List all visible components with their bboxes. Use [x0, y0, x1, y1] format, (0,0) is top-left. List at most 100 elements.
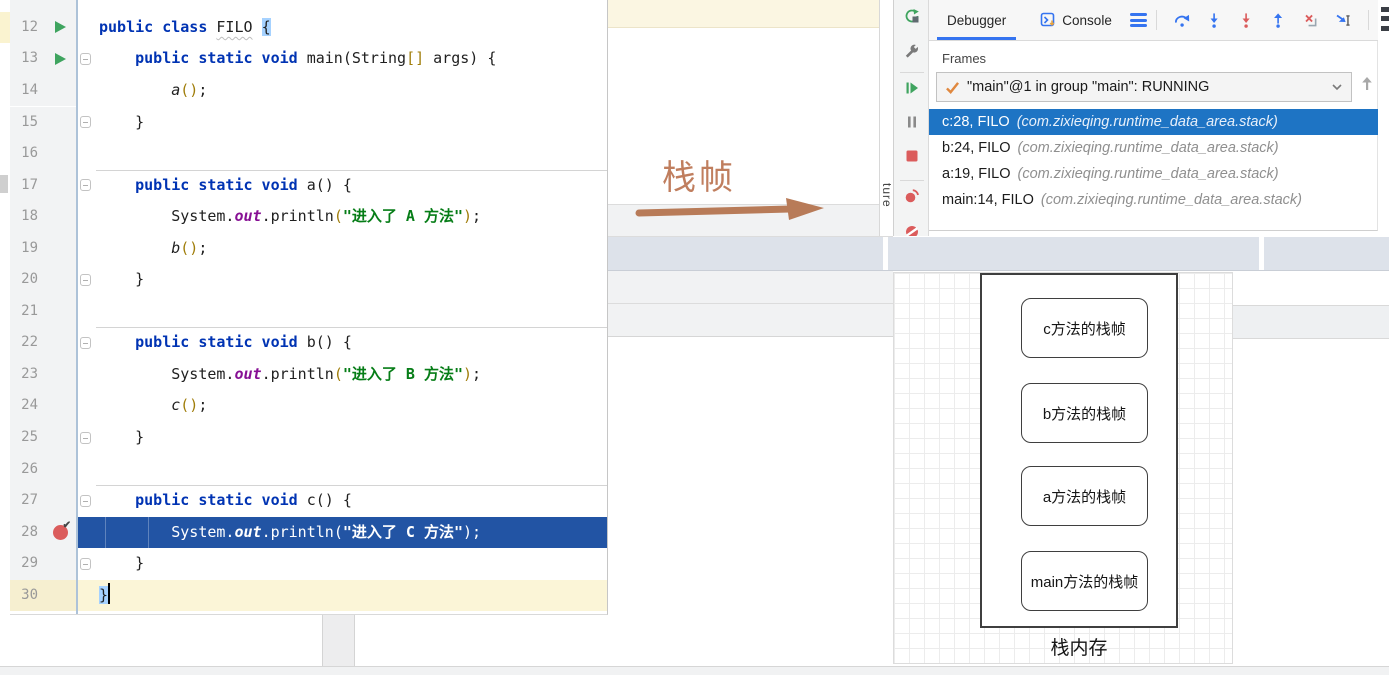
code-text[interactable]: } [97, 264, 607, 296]
breakpoint-verified-icon[interactable] [53, 520, 71, 540]
stack-frame-box[interactable]: a方法的栈帧 [1021, 466, 1148, 526]
gutter-cell[interactable]: 29 [10, 548, 76, 580]
code-line-22[interactable]: 22 public static void b() { [10, 327, 607, 359]
gutter-cell[interactable]: 16 [10, 138, 76, 170]
code-text[interactable]: public static void c() { [97, 485, 607, 517]
stack-frame-box[interactable]: c方法的栈帧 [1021, 298, 1148, 358]
code-text[interactable]: c(); [97, 390, 607, 422]
code-line-24[interactable]: 24 c(); [10, 390, 607, 422]
gutter-cell[interactable]: 25 [10, 422, 76, 454]
gutter-cell[interactable]: 20 [10, 264, 76, 296]
gutter-cell[interactable]: 28 [10, 516, 76, 549]
thread-selector-dropdown[interactable]: "main"@1 in group "main": RUNNING [936, 72, 1352, 102]
fold-icon[interactable] [80, 494, 91, 507]
drop-frame-icon[interactable] [1303, 12, 1319, 29]
gutter-cell[interactable]: 18 [10, 201, 76, 233]
gutter-cell[interactable]: 21 [10, 295, 76, 328]
code-line-13[interactable]: 13 public static void main(String[] args… [10, 43, 607, 75]
fold-icon[interactable] [80, 431, 91, 444]
stack-frame-box[interactable]: b方法的栈帧 [1021, 383, 1148, 443]
code-text[interactable]: System.out.println("进入了 A 方法"); [97, 201, 607, 233]
code-line-17[interactable]: 17 public static void a() { [10, 169, 607, 202]
gutter-cell[interactable]: 22 [10, 327, 76, 359]
code-text[interactable]: public class FILO { [97, 12, 607, 44]
code-text[interactable] [97, 296, 607, 328]
gutter-cell[interactable]: 15 [10, 106, 76, 139]
code-line-28[interactable]: 28 System.out.println("进入了 C 方法"); [10, 516, 607, 549]
fold-icon[interactable] [80, 557, 91, 570]
fold-icon[interactable] [80, 116, 91, 129]
code-line-12[interactable]: 12 public class FILO { [10, 11, 607, 44]
layout-menu-icon[interactable] [1129, 13, 1147, 27]
code-text[interactable] [97, 454, 607, 486]
force-step-into-icon[interactable] [1238, 12, 1254, 29]
mute-breakpoints-icon[interactable] [904, 224, 920, 236]
code-line-25[interactable]: 25 } [10, 422, 607, 454]
code-line-16[interactable]: 16 [10, 138, 607, 170]
pause-icon[interactable] [904, 114, 920, 130]
structure-tab-label[interactable]: ture [880, 183, 894, 208]
fold-icon[interactable] [80, 53, 91, 66]
code-line-18[interactable]: 18 System.out.println("进入了 A 方法"); [10, 201, 607, 233]
run-icon[interactable] [55, 21, 66, 34]
step-into-icon[interactable] [1206, 12, 1222, 29]
frame-up-icon[interactable] [1359, 76, 1375, 92]
gutter-cell[interactable]: 26 [10, 453, 76, 486]
code-line-21[interactable]: 21 [10, 295, 607, 328]
code-text[interactable]: public static void a() { [97, 170, 607, 202]
rerun-icon[interactable] [904, 8, 920, 24]
step-out-icon[interactable] [1270, 12, 1286, 29]
code-line-27[interactable]: 27 public static void c() { [10, 485, 607, 517]
gutter-cell[interactable]: 14 [10, 74, 76, 107]
code-line-29[interactable]: 29 } [10, 548, 607, 580]
fold-icon[interactable] [80, 274, 91, 287]
code-text[interactable] [97, 0, 607, 12]
stack-frame-box[interactable]: main方法的栈帧 [1021, 551, 1148, 611]
code-line-26[interactable]: 26 [10, 453, 607, 486]
tab-console[interactable]: Console [1030, 0, 1122, 40]
run-icon[interactable] [55, 52, 66, 65]
tab-debugger[interactable]: Debugger [937, 0, 1017, 40]
gutter-cell[interactable]: 27 [10, 485, 76, 517]
view-breakpoints-icon[interactable] [904, 188, 920, 204]
code-text[interactable]: } [97, 107, 607, 139]
code-editor[interactable]: 1112public class FILO {13 public static … [10, 0, 608, 615]
code-line-11[interactable]: 11 [10, 0, 607, 12]
run-to-cursor-icon[interactable] [1335, 12, 1351, 29]
code-line-19[interactable]: 19 b(); [10, 232, 607, 265]
gutter-cell[interactable]: 12 [10, 11, 76, 44]
code-text[interactable]: System.out.println("进入了 B 方法"); [97, 359, 607, 391]
code-line-15[interactable]: 15 } [10, 106, 607, 139]
code-line-14[interactable]: 14 a(); [10, 74, 607, 107]
code-text[interactable]: } [97, 548, 607, 580]
gutter-cell[interactable]: 30 [10, 579, 76, 612]
code-text[interactable]: } [97, 580, 607, 612]
frame-row[interactable]: c:28, FILO (com.zixieqing.runtime_data_ar… [929, 109, 1378, 135]
step-over-icon[interactable] [1174, 12, 1190, 29]
frame-row[interactable]: b:24, FILO (com.zixieqing.runtime_data_ar… [929, 135, 1378, 161]
gutter-cell[interactable]: 11 [10, 0, 76, 12]
stop-icon[interactable] [904, 148, 920, 164]
code-text[interactable]: public static void b() { [97, 327, 607, 359]
code-text[interactable]: System.out.println("进入了 C 方法"); [97, 516, 607, 549]
gutter-cell[interactable]: 17 [10, 169, 76, 202]
code-line-20[interactable]: 20 } [10, 264, 607, 296]
gutter-cell[interactable]: 23 [10, 358, 76, 391]
wrench-icon[interactable] [904, 44, 920, 60]
code-line-30[interactable]: 30} [10, 579, 607, 612]
code-text[interactable]: } [97, 422, 607, 454]
gutter-cell[interactable]: 13 [10, 43, 76, 75]
frame-row[interactable]: main:14, FILO (com.zixieqing.runtime_data… [929, 187, 1378, 213]
gutter-cell[interactable]: 19 [10, 232, 76, 265]
fold-icon[interactable] [80, 337, 91, 350]
frame-row[interactable]: a:19, FILO (com.zixieqing.runtime_data_ar… [929, 161, 1378, 187]
resume-icon[interactable] [904, 80, 920, 96]
code-text[interactable]: b(); [97, 233, 607, 265]
code-line-23[interactable]: 23 System.out.println("进入了 B 方法"); [10, 358, 607, 391]
fold-icon[interactable] [80, 179, 91, 192]
code-text[interactable]: public static void main(String[] args) { [97, 43, 607, 75]
code-text[interactable] [97, 138, 607, 170]
scrollbar-fragment[interactable] [0, 175, 8, 193]
code-text[interactable]: a(); [97, 75, 607, 107]
gutter-cell[interactable]: 24 [10, 390, 76, 422]
